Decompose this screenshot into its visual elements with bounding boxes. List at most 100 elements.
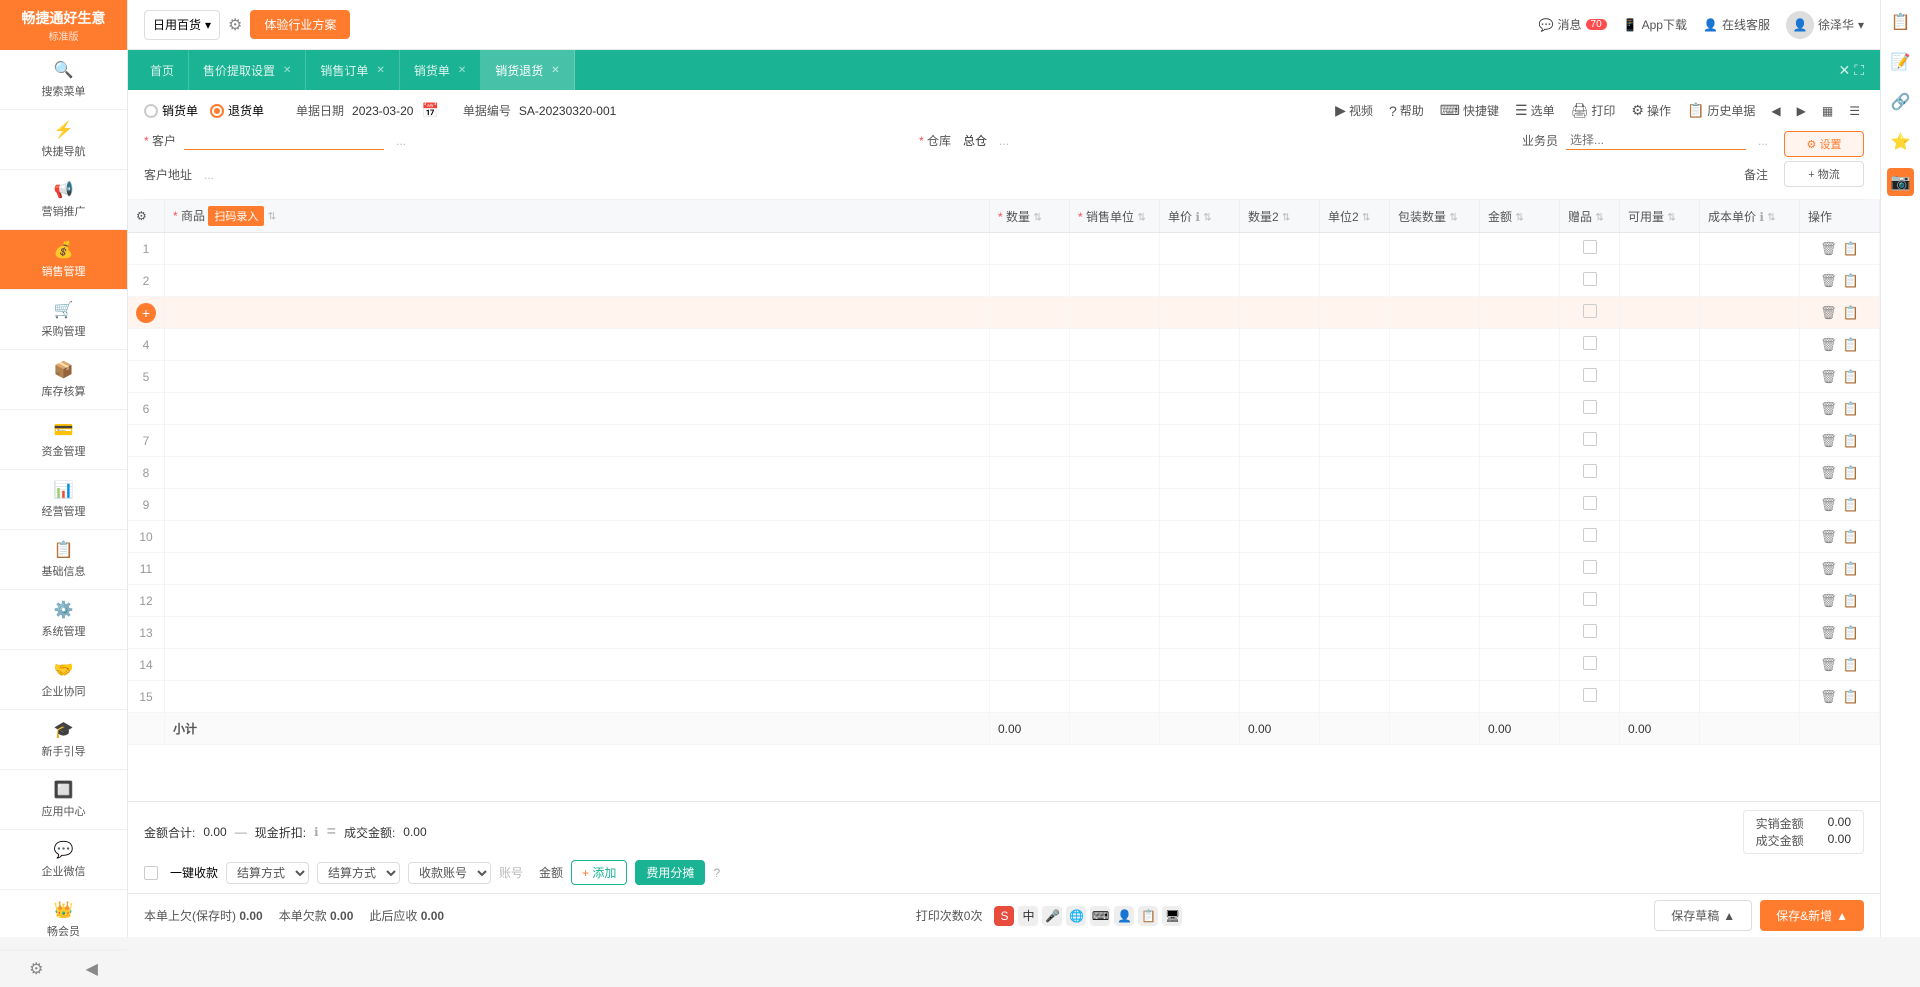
row-13-delete-icon[interactable]: 🗑 bbox=[1820, 625, 1837, 641]
row-13-copy-icon[interactable]: 📋 bbox=[1843, 625, 1859, 641]
gift-checkbox-15[interactable] bbox=[1583, 688, 1597, 702]
row-7-unit2[interactable] bbox=[1320, 425, 1390, 457]
row-15-available[interactable] bbox=[1620, 681, 1700, 713]
row-14-quantity2[interactable] bbox=[1240, 649, 1320, 681]
tab-sales-return-close[interactable]: ✕ bbox=[551, 65, 559, 76]
row-3-product[interactable] bbox=[165, 297, 990, 329]
row-3-unit2[interactable] bbox=[1320, 297, 1390, 329]
print-btn[interactable]: 🖨 打印 bbox=[1567, 100, 1620, 121]
gift-checkbox-12[interactable] bbox=[1583, 592, 1597, 606]
row-2-gift[interactable] bbox=[1560, 265, 1620, 297]
sidebar-item-inventory[interactable]: 📦 库存核算 bbox=[0, 350, 127, 410]
gift-checkbox-11[interactable] bbox=[1583, 560, 1597, 574]
row-15-unit-price[interactable] bbox=[1160, 681, 1240, 713]
row-5-cost-price[interactable] bbox=[1700, 361, 1800, 393]
col-settings[interactable]: ⚙ bbox=[128, 200, 165, 233]
row-15-unit2[interactable] bbox=[1320, 681, 1390, 713]
row-3-unit-price[interactable] bbox=[1160, 297, 1240, 329]
row-4-copy-icon[interactable]: 📋 bbox=[1843, 337, 1859, 353]
row-12-sales-unit[interactable] bbox=[1070, 585, 1160, 617]
row-11-available[interactable] bbox=[1620, 553, 1700, 585]
save-draft-button[interactable]: 保存草稿 ▲ bbox=[1654, 900, 1752, 931]
product-input-14[interactable] bbox=[173, 658, 981, 672]
cost-price-info-icon[interactable]: ℹ bbox=[1759, 210, 1764, 224]
row-10-unit-price[interactable] bbox=[1160, 521, 1240, 553]
row-2-cost-price[interactable] bbox=[1700, 265, 1800, 297]
trial-button[interactable]: 体验行业方案 bbox=[250, 10, 350, 39]
tab-expand-icon[interactable]: ⛶ bbox=[1854, 62, 1864, 79]
row-8-quantity2[interactable] bbox=[1240, 457, 1320, 489]
sidebar-item-marketing[interactable]: 📢 营销推广 bbox=[0, 170, 127, 230]
sougou-icon[interactable]: S bbox=[994, 906, 1014, 926]
row-9-delete-icon[interactable]: 🗑 bbox=[1820, 497, 1837, 513]
row-9-quantity2[interactable] bbox=[1240, 489, 1320, 521]
row-10-sales-unit[interactable] bbox=[1070, 521, 1160, 553]
row-11-cost-price[interactable] bbox=[1700, 553, 1800, 585]
row-5-sales-unit[interactable] bbox=[1070, 361, 1160, 393]
tab-sales-delivery-close[interactable]: ✕ bbox=[458, 65, 466, 76]
row-1-pack-qty[interactable] bbox=[1390, 233, 1480, 265]
gift-checkbox-2[interactable] bbox=[1583, 272, 1597, 286]
row-4-pack-qty[interactable] bbox=[1390, 329, 1480, 361]
right-panel-btn-3[interactable]: 🔗 bbox=[1887, 88, 1915, 116]
row-14-gift[interactable] bbox=[1560, 649, 1620, 681]
row-12-quantity2[interactable] bbox=[1240, 585, 1320, 617]
row-3-amount[interactable] bbox=[1480, 297, 1560, 329]
row-5-amount[interactable] bbox=[1480, 361, 1560, 393]
row-6-unit2[interactable] bbox=[1320, 393, 1390, 425]
row-11-unit-price[interactable] bbox=[1160, 553, 1240, 585]
video-btn[interactable]: ▶ 视频 bbox=[1331, 100, 1377, 121]
gift-checkbox-6[interactable] bbox=[1583, 400, 1597, 414]
row-5-quantity2[interactable] bbox=[1240, 361, 1320, 393]
grid-view-btn[interactable]: ▦ bbox=[1818, 102, 1837, 120]
sidebar-item-basics[interactable]: 📋 基础信息 bbox=[0, 530, 127, 590]
row-1-unit2[interactable] bbox=[1320, 233, 1390, 265]
row-2-delete-icon[interactable]: 🗑 bbox=[1820, 273, 1837, 289]
right-panel-btn-5[interactable]: 📷 bbox=[1887, 168, 1915, 196]
agent-dots[interactable]: ... bbox=[1758, 134, 1768, 148]
pack-qty-sort-icon[interactable]: ⇅ bbox=[1449, 212, 1457, 223]
address-dots[interactable]: ... bbox=[204, 168, 214, 182]
sidebar-item-guide[interactable]: 🎓 新手引导 bbox=[0, 710, 127, 770]
row-11-quantity2[interactable] bbox=[1240, 553, 1320, 585]
row-4-quantity2[interactable] bbox=[1240, 329, 1320, 361]
row-1-quantity[interactable] bbox=[990, 233, 1070, 265]
app-download-item[interactable]: 📱 App下载 bbox=[1623, 16, 1687, 33]
row-8-delete-icon[interactable]: 🗑 bbox=[1820, 465, 1837, 481]
customer-dots[interactable]: ... bbox=[396, 134, 406, 148]
row-15-pack-qty[interactable] bbox=[1390, 681, 1480, 713]
gift-checkbox-10[interactable] bbox=[1583, 528, 1597, 542]
unit-price-sort-icon[interactable]: ⇅ bbox=[1203, 212, 1211, 223]
row-3-delete-icon[interactable]: 🗑 bbox=[1820, 305, 1837, 321]
row-14-amount[interactable] bbox=[1480, 649, 1560, 681]
list-view-btn[interactable]: ☰ bbox=[1845, 102, 1864, 120]
row-12-cost-price[interactable] bbox=[1700, 585, 1800, 617]
settings-right-btn[interactable]: ⚙ 设置 bbox=[1784, 131, 1864, 157]
row-8-gift[interactable] bbox=[1560, 457, 1620, 489]
row-1-unit-price[interactable] bbox=[1160, 233, 1240, 265]
row-11-amount[interactable] bbox=[1480, 553, 1560, 585]
user-icon[interactable]: 👤 bbox=[1114, 906, 1134, 926]
row-13-pack-qty[interactable] bbox=[1390, 617, 1480, 649]
row-7-copy-icon[interactable]: 📋 bbox=[1843, 433, 1859, 449]
row-8-cost-price[interactable] bbox=[1700, 457, 1800, 489]
row-7-delete-icon[interactable]: 🗑 bbox=[1820, 433, 1837, 449]
row-5-unit-price[interactable] bbox=[1160, 361, 1240, 393]
row-14-unit2[interactable] bbox=[1320, 649, 1390, 681]
shortcut-btn[interactable]: ⌨ 快捷键 bbox=[1436, 100, 1503, 121]
row-15-quantity2[interactable] bbox=[1240, 681, 1320, 713]
row-14-pack-qty[interactable] bbox=[1390, 649, 1480, 681]
row-2-quantity[interactable] bbox=[990, 265, 1070, 297]
row-9-unit2[interactable] bbox=[1320, 489, 1390, 521]
row-9-available[interactable] bbox=[1620, 489, 1700, 521]
row-7-gift[interactable] bbox=[1560, 425, 1620, 457]
row-13-sales-unit[interactable] bbox=[1070, 617, 1160, 649]
tab-price-setup-close[interactable]: ✕ bbox=[283, 65, 291, 76]
sidebar-item-enterprise[interactable]: 🤝 企业协同 bbox=[0, 650, 127, 710]
row-10-delete-icon[interactable]: 🗑 bbox=[1820, 529, 1837, 545]
expense-split-btn[interactable]: 费用分摊 bbox=[635, 860, 705, 885]
row-10-gift[interactable] bbox=[1560, 521, 1620, 553]
settlement-select[interactable]: 结算方式 bbox=[226, 862, 309, 884]
quantity-sort-icon[interactable]: ⇅ bbox=[1033, 212, 1041, 223]
collapse-icon[interactable]: ◀ bbox=[86, 959, 98, 979]
